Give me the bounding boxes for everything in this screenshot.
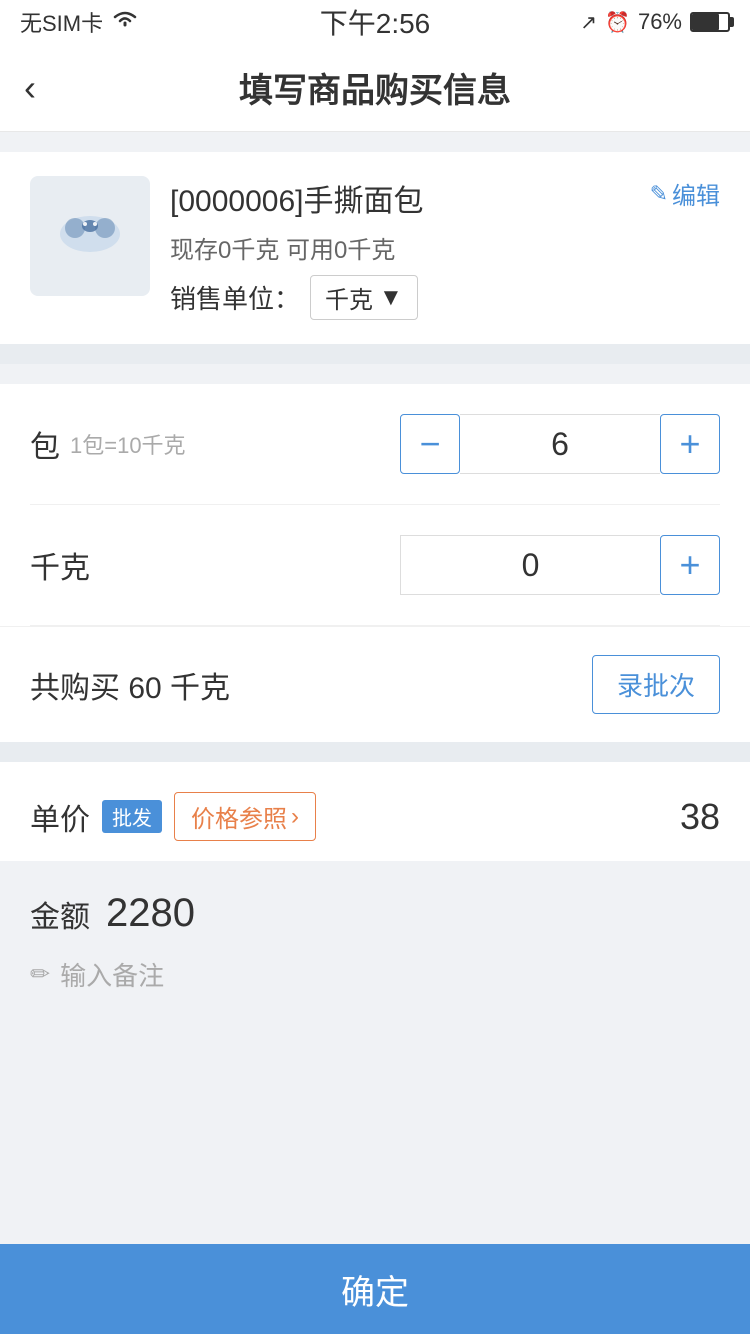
status-right: ↗ ⏰ 76%: [580, 9, 730, 35]
amount-value: 2280: [106, 891, 195, 936]
package-label-text: 包: [30, 422, 60, 466]
product-name: [0000006]手撕面包: [170, 176, 423, 220]
summary-text: 共购买 60 千克: [30, 663, 230, 707]
status-left: 无SIM卡: [20, 6, 139, 38]
edit-button[interactable]: ✎ 编辑: [650, 176, 720, 211]
price-reference-button[interactable]: 价格参照 ›: [174, 792, 316, 841]
amount-section: 金额 2280 ✏ 输入备注: [0, 861, 750, 1013]
divider-2: [0, 742, 750, 762]
confirm-bar[interactable]: 确定: [0, 1244, 750, 1334]
price-section: 单价 批发 价格参照 › 38: [0, 762, 750, 861]
product-stock: 现存0千克 可用0千克: [170, 230, 720, 265]
price-label: 单价: [30, 795, 90, 839]
divider-1: [0, 344, 750, 364]
location-icon: ↗: [580, 10, 597, 35]
product-image: [30, 176, 150, 296]
status-time: 下午2:56: [320, 2, 431, 42]
status-bar: 无SIM卡 下午2:56 ↗ ⏰ 76%: [0, 0, 750, 44]
batch-button[interactable]: 录批次: [592, 655, 720, 714]
alarm-icon: ⏰: [605, 10, 630, 35]
battery-icon: [690, 12, 730, 32]
nav-bar: ‹ 填写商品购买信息: [0, 44, 750, 132]
battery-percent: 76%: [638, 9, 682, 35]
package-quantity-input[interactable]: [460, 414, 660, 474]
edit-label: 编辑: [672, 176, 720, 211]
kilogram-label: 千克: [30, 543, 90, 587]
price-ref-arrow-icon: ›: [291, 803, 299, 831]
remark-row[interactable]: ✏ 输入备注: [30, 956, 720, 993]
unit-label: 销售单位：: [170, 279, 300, 316]
confirm-button-label: 确定: [341, 1265, 409, 1314]
summary-row: 共购买 60 千克 录批次: [0, 626, 750, 742]
package-plus-button[interactable]: +: [660, 414, 720, 474]
edit-icon: ✎: [650, 181, 668, 207]
package-minus-button[interactable]: −: [400, 414, 460, 474]
amount-label: 金额: [30, 892, 90, 936]
kilogram-label-text: 千克: [30, 543, 90, 587]
price-ref-label: 价格参照: [191, 799, 287, 834]
kilogram-quantity-input[interactable]: [400, 535, 660, 595]
quantity-section: 包 1包=10千克 − + 千克 +: [0, 384, 750, 626]
remark-placeholder: 输入备注: [60, 956, 164, 993]
package-row: 包 1包=10千克 − +: [30, 384, 720, 505]
unit-dropdown-icon: ▼: [379, 284, 403, 312]
carrier-text: 无SIM卡: [20, 6, 103, 38]
page-title: 填写商品购买信息: [239, 63, 511, 112]
back-button[interactable]: ‹: [24, 67, 36, 109]
price-row: 单价 批发 价格参照 › 38: [30, 792, 720, 861]
kilogram-plus-button[interactable]: +: [660, 535, 720, 595]
product-card: [0000006]手撕面包 ✎ 编辑 现存0千克 可用0千克 销售单位： 千克 …: [0, 152, 750, 344]
kilogram-controls: +: [400, 535, 720, 595]
product-info: [0000006]手撕面包 ✎ 编辑 现存0千克 可用0千克 销售单位： 千克 …: [170, 176, 720, 320]
pencil-icon: ✏: [30, 960, 50, 989]
price-label-row: 单价 批发 价格参照 ›: [30, 792, 316, 841]
product-unit-row: 销售单位： 千克 ▼: [170, 275, 720, 320]
kilogram-row: 千克 +: [30, 505, 720, 626]
product-logo-icon: [55, 206, 125, 266]
package-label: 包 1包=10千克: [30, 422, 186, 466]
back-icon: ‹: [24, 67, 36, 108]
package-controls: − +: [400, 414, 720, 474]
unit-value: 千克: [325, 280, 373, 315]
wholesale-badge: 批发: [102, 800, 162, 833]
wifi-signal-icon: [111, 9, 139, 35]
amount-row: 金额 2280: [30, 891, 720, 936]
package-hint: 1包=10千克: [70, 428, 186, 460]
unit-selector[interactable]: 千克 ▼: [310, 275, 418, 320]
price-value: 38: [680, 796, 720, 838]
